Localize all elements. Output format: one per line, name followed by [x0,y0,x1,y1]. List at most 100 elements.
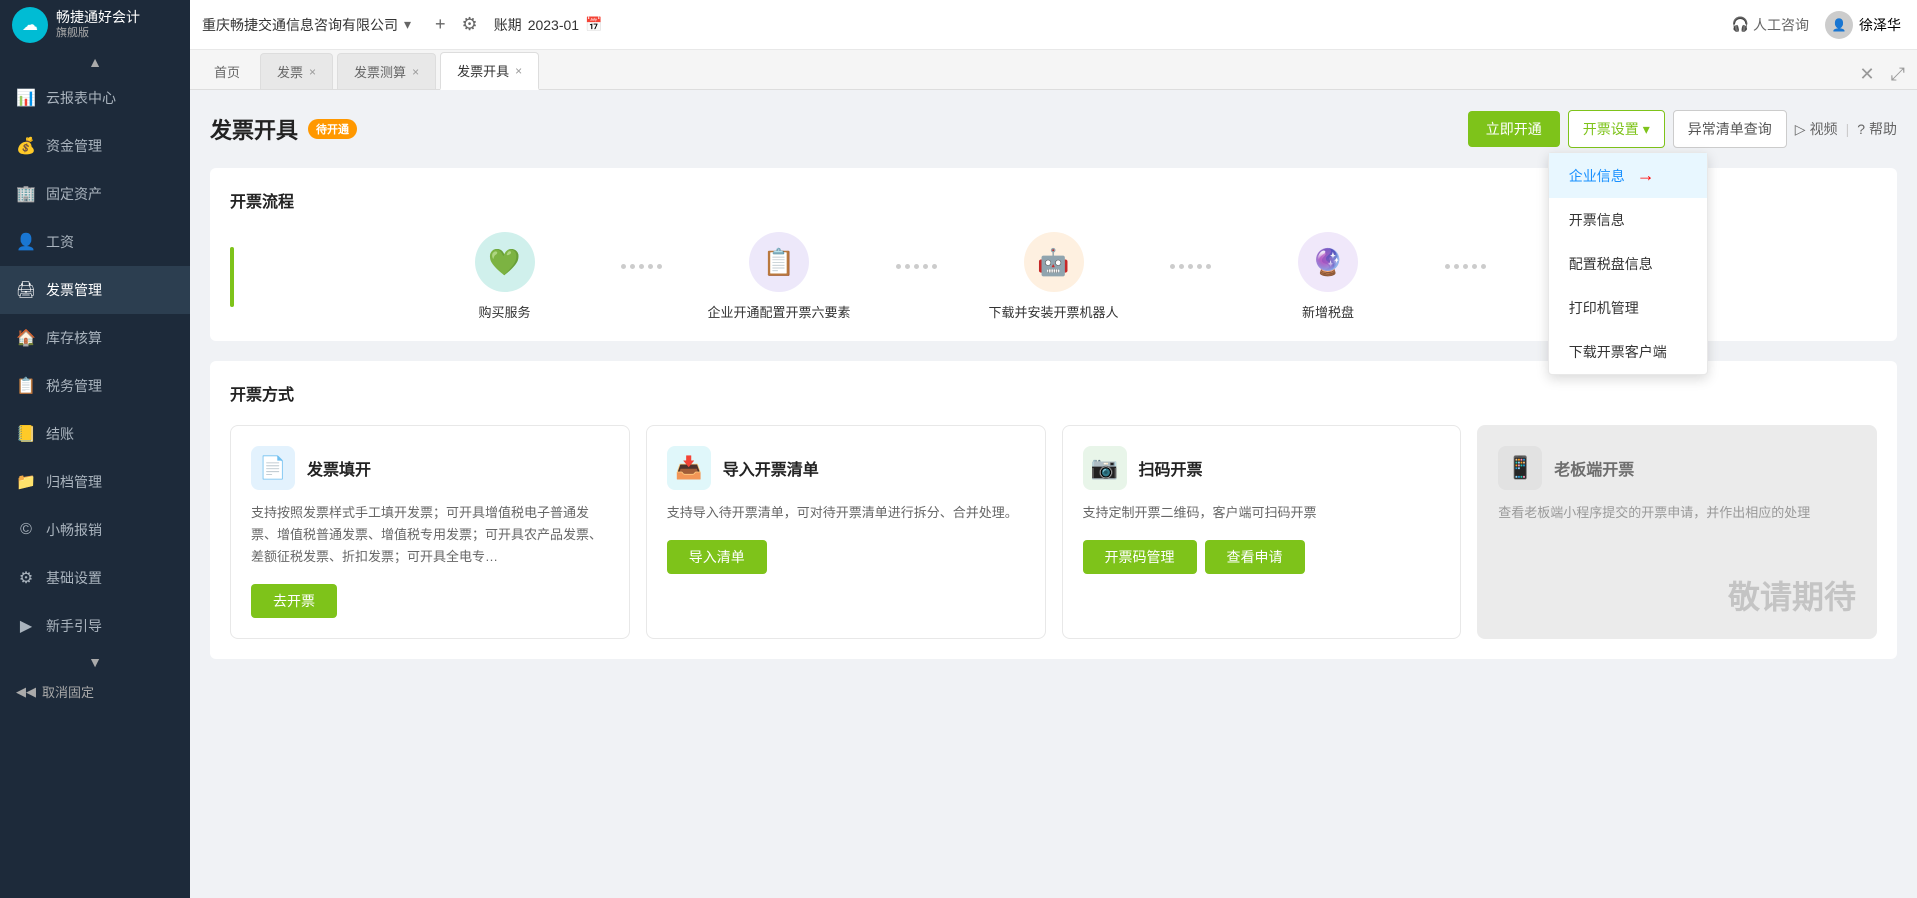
settings-sidebar-icon: ⚙ [16,568,36,588]
logo-area: ☁ 畅捷通好会计 旗舰版 [0,0,190,50]
calendar-icon[interactable]: 📅 [585,16,602,33]
boss-method-icon: 📱 [1498,446,1542,490]
flow-step-buy: 💚 购买服务 [413,232,596,321]
play-icon: ▷ [1795,121,1806,138]
sidebar-item-invoice[interactable]: 🖨 发票管理 [0,266,190,314]
main-area: ▲ 📊 云报表中心 💰 资金管理 🏢 固定资产 👤 工资 🖨 发票管理 [0,50,1917,898]
reports-icon: 📊 [16,88,36,108]
dropdown-item-printer[interactable]: 打印机管理 [1549,286,1707,330]
guide-icon: ▶ [16,616,36,636]
download-step-icon: 🤖 [1024,232,1084,292]
separator: | [1846,121,1850,137]
scan-qr-button[interactable]: 开票码管理 [1083,540,1197,574]
exception-button[interactable]: 异常清单查询 [1673,110,1787,148]
dropdown-item-invoice-info[interactable]: 开票信息 [1549,198,1707,242]
xiaochang-icon: © [16,520,36,540]
activate-button[interactable]: 立即开通 [1468,111,1560,147]
tab-bar-right: ✕ ⤢ [1848,60,1917,89]
avatar: 👤 [1825,11,1853,39]
help-button[interactable]: ? 帮助 [1857,119,1897,139]
method-card-boss: 📱 老板端开票 查看老板端小程序提交的开票申请，并作出相应的处理 敬请期待 [1477,425,1877,639]
red-arrow-icon: → [1637,165,1655,186]
sidebar-item-salary[interactable]: 👤 工资 [0,218,190,266]
flow-connector-3 [1145,264,1237,269]
sidebar-item-archive[interactable]: 📁 归档管理 [0,458,190,506]
archive-icon: 📁 [16,472,36,492]
method-card-import-header: 📥 导入开票清单 [667,446,1025,490]
logo-icon: ☁ [12,7,48,43]
content-area: 首页 发票 × 发票测算 × 发票开具 × ✕ ⤢ [190,50,1917,898]
method-card-scan-header: 📷 扫码开票 [1083,446,1441,490]
manual-desc: 支持按照发票样式手工填开发票；可开具增值税电子普通发票、增值税普通发票、增值税专… [251,502,609,568]
sidebar-item-inventory[interactable]: 🏠 库存核算 [0,314,190,362]
boss-desc: 查看老板端小程序提交的开票申请，并作出相应的处理 [1498,502,1856,524]
salary-icon: 👤 [16,232,36,252]
methods-section-title: 开票方式 [230,381,1877,405]
tab-home[interactable]: 首页 [198,54,256,89]
tab-fapiao-calc[interactable]: 发票测算 × [337,53,436,89]
page-header: 发票开具 待开通 立即开通 开票设置 ▾ 异常清单查询 ▷ 视频 [210,110,1897,148]
video-button[interactable]: ▷ 视频 [1795,119,1838,139]
sidebar-scroll-up[interactable]: ▲ [0,50,190,74]
dropdown-item-tax-config[interactable]: 配置税盘信息 [1549,242,1707,286]
flow-connector-2 [871,264,963,269]
tab-fapiao-kaiju[interactable]: 发票开具 × [440,52,539,90]
taxdisk-step-icon: 🔮 [1298,232,1358,292]
dropdown-item-download-client[interactable]: 下载开票客户端 [1549,330,1707,374]
maximize-window-button[interactable]: ⤢ [1887,60,1909,89]
user-info[interactable]: 👤 徐泽华 [1825,11,1901,39]
logo-text: 畅捷通好会计 旗舰版 [56,8,140,40]
import-button[interactable]: 导入清单 [667,540,767,574]
tab-close-fapiao-calc[interactable]: × [412,65,419,79]
method-card-scan: 📷 扫码开票 支持定制开票二维码，客户端可扫码开票 开票码管理 查看申请 [1062,425,1462,639]
sidebar-item-reports[interactable]: 📊 云报表中心 [0,74,190,122]
manual-method-icon: 📄 [251,446,295,490]
assets-icon: 🏢 [16,184,36,204]
method-card-manual-header: 📄 发票填开 [251,446,609,490]
sidebar-item-account[interactable]: 📒 结账 [0,410,190,458]
sidebar-item-finance[interactable]: 💰 资金管理 [0,122,190,170]
sidebar-unpin-button[interactable]: ◀◀ 取消固定 [0,674,190,709]
page-title: 发票开具 待开通 [210,113,357,145]
dropdown-item-company-info[interactable]: 企业信息 → [1549,153,1707,198]
dropdown-arrow-icon: ▾ [1643,121,1650,138]
method-card-manual: 📄 发票填开 支持按照发票样式手工填开发票；可开具增值税电子普通发票、增值税普通… [230,425,630,639]
tab-bar: 首页 发票 × 发票测算 × 发票开具 × ✕ ⤢ [190,50,1917,90]
sidebar-item-settings[interactable]: ⚙ 基础设置 [0,554,190,602]
tab-close-fapiao-kaiju[interactable]: × [515,64,522,78]
tab-fapiao[interactable]: 发票 × [260,53,333,89]
settings-button[interactable]: 开票设置 ▾ [1568,110,1665,148]
tab-close-fapiao[interactable]: × [309,65,316,79]
sidebar-item-assets[interactable]: 🏢 固定资产 [0,170,190,218]
period-info: 账期 2023-01 📅 [494,15,603,35]
sidebar-item-guide[interactable]: ▶ 新手引导 [0,602,190,650]
import-desc: 支持导入待开票清单，可对待开票清单进行拆分、合并处理。 [667,502,1025,524]
page-content: 发票开具 待开通 立即开通 开票设置 ▾ 异常清单查询 ▷ 视频 [190,90,1917,898]
sidebar-item-tax[interactable]: 📋 税务管理 [0,362,190,410]
inventory-icon: 🏠 [16,328,36,348]
flow-connector-4 [1420,264,1512,269]
company-selector[interactable]: 重庆畅捷交通信息咨询有限公司 ▾ [190,15,423,35]
consult-button[interactable]: 🎧 人工咨询 [1732,15,1809,35]
import-method-icon: 📥 [667,446,711,490]
add-icon[interactable]: + [435,14,446,35]
status-badge: 待开通 [308,119,357,139]
account-icon: 📒 [16,424,36,444]
buy-step-icon: 💚 [475,232,535,292]
flow-step-download: 🤖 下载并安装开票机器人 [962,232,1145,321]
sidebar-scroll-down[interactable]: ▼ [0,650,190,674]
scan-view-button[interactable]: 查看申请 [1205,540,1305,574]
settings-icon[interactable]: ⚙ [462,14,478,35]
sidebar: ▲ 📊 云报表中心 💰 资金管理 🏢 固定资产 👤 工资 🖨 发票管理 [0,50,190,898]
config-step-icon: 📋 [749,232,809,292]
flow-step-config: 📋 企业开通配置开票六要素 [688,232,871,321]
unpin-icon: ◀◀ [16,684,36,700]
top-bar-actions: + ⚙ 账期 2023-01 📅 [435,14,602,35]
close-window-button[interactable]: ✕ [1856,60,1879,89]
headset-icon: 🎧 [1732,16,1749,33]
method-card-boss-header: 📱 老板端开票 [1498,446,1856,490]
invoice-icon: 🖨 [16,280,36,300]
method-card-import: 📥 导入开票清单 支持导入待开票清单，可对待开票清单进行拆分、合并处理。 导入清… [646,425,1046,639]
manual-go-button[interactable]: 去开票 [251,584,337,618]
sidebar-item-xiaochang[interactable]: © 小畅报销 [0,506,190,554]
